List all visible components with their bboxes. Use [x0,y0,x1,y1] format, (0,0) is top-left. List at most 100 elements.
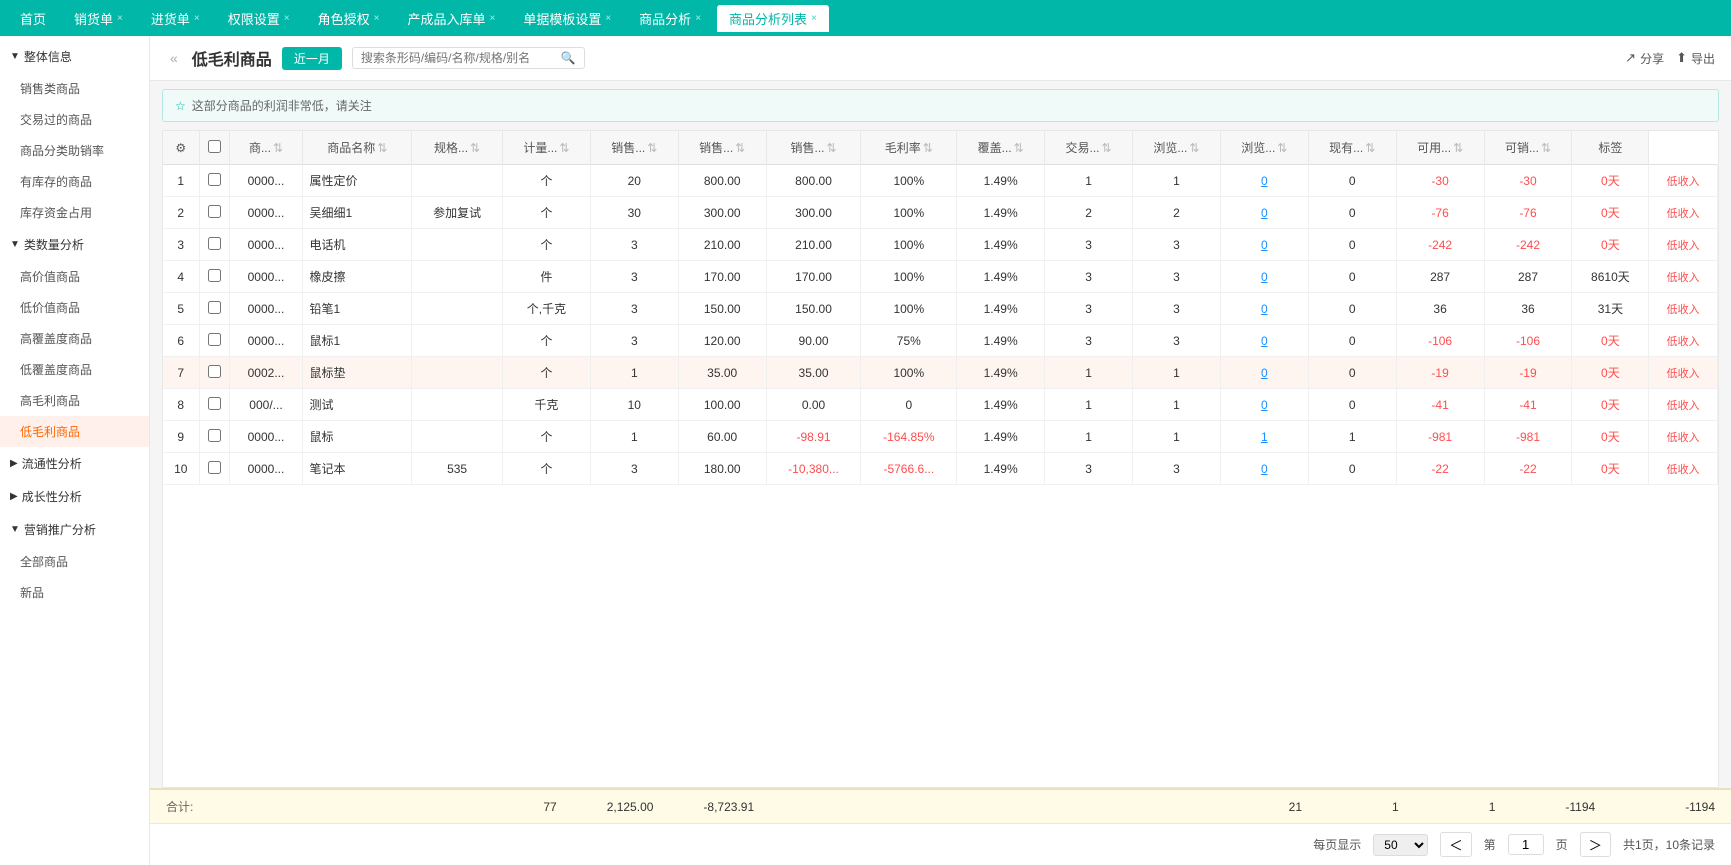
row-price: 120.00 [678,325,766,357]
row-browse1[interactable]: 1 [1220,421,1308,453]
search-input[interactable] [361,51,561,65]
row-gross: 1.49% [957,293,1045,325]
nav-permissions-close[interactable]: × [284,13,290,24]
export-icon: ⬆ [1676,50,1687,66]
row-browse1[interactable]: 0 [1220,325,1308,357]
table-row: 2 0000... 吴细细1 参加复试 个 30 300.00 300.00 1… [163,197,1718,229]
sidebar-item-high-gross[interactable]: 高毛利商品 [0,385,149,416]
th-name[interactable]: 商品名称⇅ [303,131,412,165]
th-amount[interactable]: 销售...⇅ [766,131,861,165]
sidebar-group-overall[interactable]: ▼ 整体信息 [0,40,149,73]
page-size-select[interactable]: 50 100 [1373,834,1428,856]
sidebar-item-stock-goods[interactable]: 有库存的商品 [0,166,149,197]
nav-roles-close[interactable]: × [374,13,380,24]
th-price[interactable]: 销售...⇅ [678,131,766,165]
select-all-checkbox[interactable] [208,140,221,153]
nav-permissions[interactable]: 权限设置 × [216,5,302,32]
row-browse1[interactable]: 0 [1220,293,1308,325]
sidebar-item-low-coverage[interactable]: 低覆盖度商品 [0,354,149,385]
th-spec[interactable]: 规格...⇅ [412,131,503,165]
row-trade: 3 [1132,453,1220,485]
sidebar-group-quantity[interactable]: ▼ 类数量分析 [0,228,149,261]
data-table-wrapper[interactable]: ⚙ 商...⇅ 商品名称⇅ 规格...⇅ 计量...⇅ 销售...⇅ 销售...… [162,130,1719,788]
row-browse1[interactable]: 0 [1220,261,1308,293]
th-unit[interactable]: 计量...⇅ [502,131,590,165]
row-checkbox[interactable] [199,165,229,197]
th-coverage[interactable]: 覆盖...⇅ [957,131,1045,165]
sidebar-group-marketing[interactable]: ▼ 营销推广分析 [0,513,149,546]
nav-product-analysis-list-close[interactable]: × [811,13,817,24]
nav-home[interactable]: 首页 [8,5,58,32]
th-gross-rate[interactable]: 毛利率⇅ [861,131,957,165]
row-browse1[interactable]: 0 [1220,165,1308,197]
filter-recent-month-btn[interactable]: 近一月 [282,47,342,70]
row-unit: 个 [502,197,590,229]
th-browse1[interactable]: 浏览...⇅ [1132,131,1220,165]
row-checkbox[interactable] [199,453,229,485]
sidebar-item-low-gross[interactable]: 低毛利商品 [0,416,149,447]
sidebar-item-sales-goods[interactable]: 销售类商品 [0,73,149,104]
page-size-label: 每页显示 [1313,836,1361,853]
th-browse2[interactable]: 浏览...⇅ [1220,131,1308,165]
export-action[interactable]: ⬆ 导出 [1676,50,1715,67]
row-checkbox[interactable] [199,389,229,421]
sidebar-group-circulation[interactable]: ▶ 流通性分析 [0,447,149,480]
nav-template-settings[interactable]: 单据模板设置 × [511,5,623,32]
th-settings[interactable]: ⚙ [163,131,199,165]
nav-sales[interactable]: 销货单 × [62,5,135,32]
row-price: 180.00 [678,453,766,485]
nav-product-analysis-list[interactable]: 商品分析列表 × [717,5,829,32]
sidebar-item-high-coverage[interactable]: 高覆盖度商品 [0,323,149,354]
nav-product-analysis[interactable]: 商品分析 × [627,5,713,32]
th-qty[interactable]: 销售...⇅ [590,131,678,165]
share-action[interactable]: ↗ 分享 [1625,50,1664,67]
row-spec [412,229,503,261]
th-checkbox[interactable] [199,131,229,165]
sidebar-item-all-goods[interactable]: 全部商品 [0,546,149,577]
search-icon[interactable]: 🔍 [561,51,576,65]
row-browse1[interactable]: 0 [1220,357,1308,389]
nav-sales-close[interactable]: × [117,13,123,24]
row-browse1[interactable]: 0 [1220,453,1308,485]
sidebar-collapse-btn[interactable]: « [166,46,182,70]
row-checkbox[interactable] [199,229,229,261]
nav-template-settings-close[interactable]: × [605,13,611,24]
nav-roles[interactable]: 角色授权 × [306,5,392,32]
row-browse1[interactable]: 0 [1220,389,1308,421]
nav-product-inbound-close[interactable]: × [489,13,495,24]
prev-page-btn[interactable]: ＜ [1440,832,1471,857]
sidebar-item-new-goods[interactable]: 新品 [0,577,149,608]
th-days[interactable]: 可销...⇅ [1484,131,1572,165]
th-stock[interactable]: 现有...⇅ [1308,131,1396,165]
row-checkbox[interactable] [199,261,229,293]
th-code[interactable]: 商...⇅ [229,131,303,165]
sidebar-group-growth[interactable]: ▶ 成长性分析 [0,480,149,513]
page-number-input[interactable] [1508,834,1544,855]
next-page-btn[interactable]: ＞ [1580,832,1611,857]
th-avail[interactable]: 可用...⇅ [1396,131,1484,165]
nav-purchase-close[interactable]: × [194,13,200,24]
th-tag[interactable]: 标签 [1572,131,1649,165]
sidebar-item-low-value[interactable]: 低价值商品 [0,292,149,323]
row-stock: -22 [1396,453,1484,485]
row-checkbox[interactable] [199,293,229,325]
row-qty: 3 [590,453,678,485]
row-no: 9 [163,421,199,453]
row-checkbox[interactable] [199,325,229,357]
row-gross: 1.49% [957,261,1045,293]
sidebar-item-category-rate[interactable]: 商品分类助销率 [0,135,149,166]
row-code: 0000... [229,421,303,453]
row-checkbox[interactable] [199,197,229,229]
row-browse1[interactable]: 0 [1220,229,1308,261]
nav-product-inbound[interactable]: 产成品入库单 × [395,5,507,32]
row-stock: 36 [1396,293,1484,325]
row-checkbox[interactable] [199,357,229,389]
sidebar-item-traded-goods[interactable]: 交易过的商品 [0,104,149,135]
nav-purchase[interactable]: 进货单 × [139,5,212,32]
row-checkbox[interactable] [199,421,229,453]
th-trade[interactable]: 交易...⇅ [1045,131,1133,165]
sidebar-item-capital-occupy[interactable]: 库存资金占用 [0,197,149,228]
row-browse1[interactable]: 0 [1220,197,1308,229]
nav-product-analysis-close[interactable]: × [695,13,701,24]
sidebar-item-high-value[interactable]: 高价值商品 [0,261,149,292]
